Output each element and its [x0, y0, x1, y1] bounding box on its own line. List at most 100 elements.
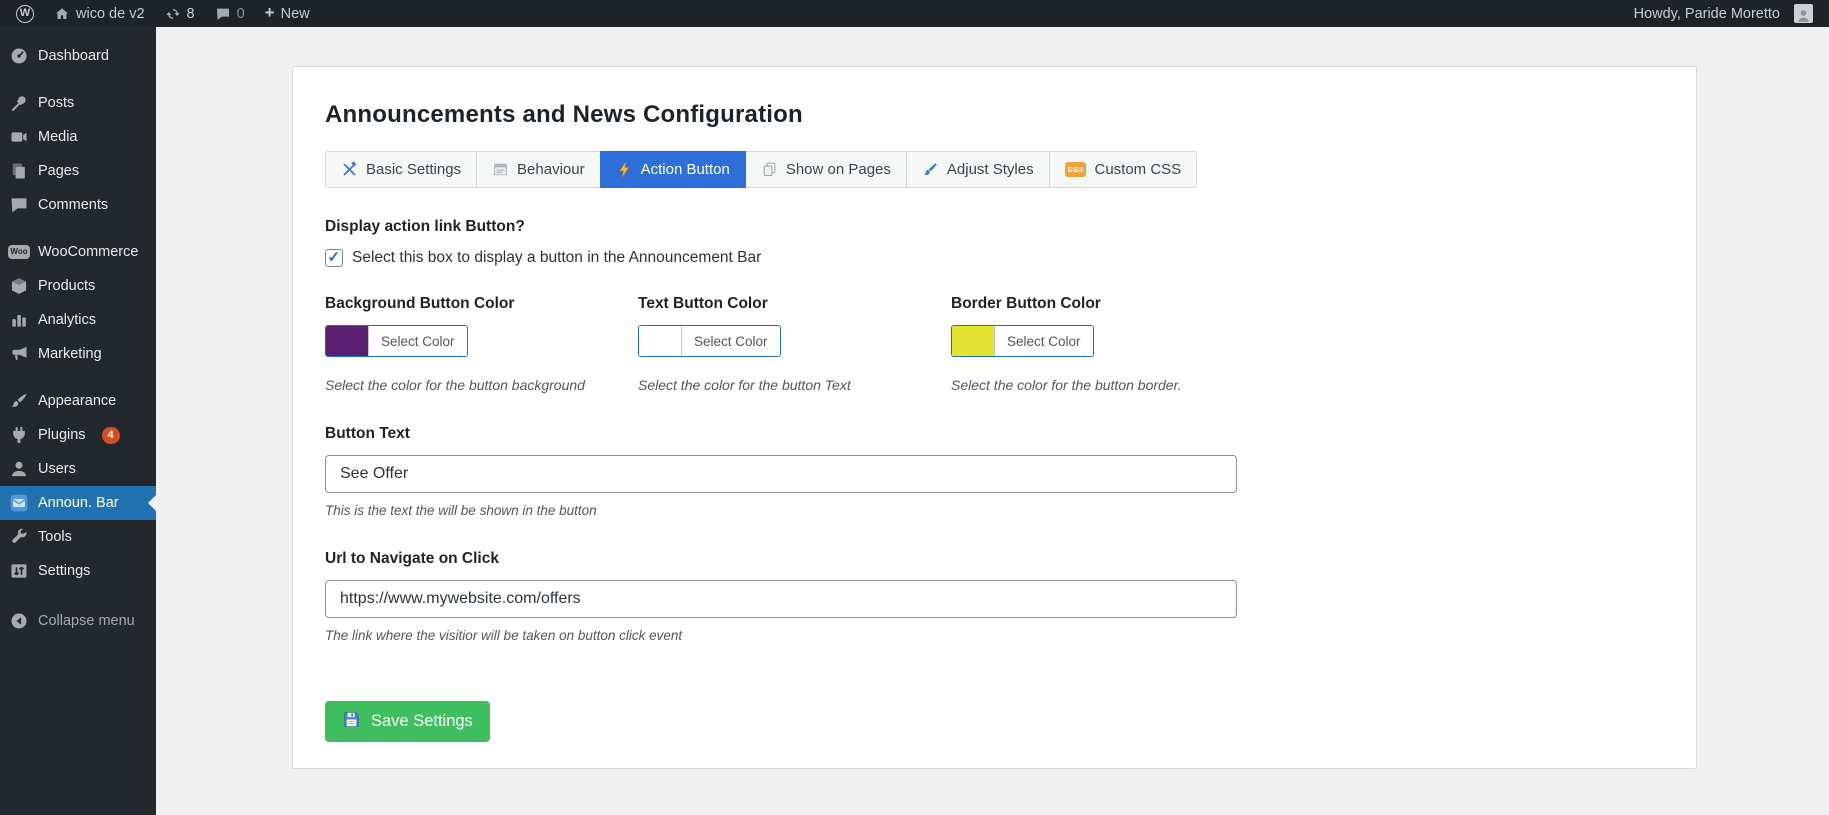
button-text-label: Button Text [325, 425, 410, 442]
megaphone-icon [9, 344, 29, 364]
lightning-icon [616, 161, 633, 178]
display-button-label: Display action link Button? [325, 218, 525, 235]
color-pickers-row: Background Button Color Select Color Sel… [325, 295, 1664, 393]
sidebar-item-tools[interactable]: Tools [0, 520, 156, 554]
sidebar-item-media[interactable]: Media [0, 120, 156, 154]
comment-bubble-icon [9, 195, 29, 215]
tab-label: Show on Pages [785, 161, 891, 178]
window-icon [492, 161, 509, 178]
background-color-description: Select the color for the button backgrou… [325, 377, 585, 393]
woocommerce-icon: Woo [8, 242, 30, 262]
display-button-checkbox[interactable] [325, 248, 343, 267]
sidebar-item-analytics[interactable]: Analytics [0, 303, 156, 337]
url-input[interactable] [325, 580, 1237, 618]
sidebar-item-label: WooCommerce [38, 244, 139, 260]
wordpress-admin: W wico de v2 8 0 + New Howdy, Paride Mor… [0, 0, 1829, 815]
tab-behaviour[interactable]: Behaviour [476, 151, 601, 188]
background-color-label: Background Button Color [325, 295, 515, 312]
sidebar-item-appearance[interactable]: Appearance [0, 384, 156, 418]
button-text-input[interactable] [325, 455, 1237, 493]
sidebar-item-label: Analytics [38, 312, 97, 328]
sidebar-item-announcement-bar[interactable]: Announ. Bar [0, 486, 156, 520]
avatar [1794, 4, 1813, 23]
sidebar-item-products[interactable]: Products [0, 269, 156, 303]
home-icon [54, 6, 70, 22]
url-label: Url to Navigate on Click [325, 550, 499, 567]
border-color-swatch [952, 326, 994, 356]
envelope-icon [9, 493, 29, 513]
media-icon [9, 127, 29, 147]
site-name-menu[interactable]: wico de v2 [44, 0, 155, 27]
my-account-menu[interactable]: Howdy, Paride Moretto [1624, 0, 1823, 27]
save-settings-button[interactable]: Save Settings [325, 701, 490, 742]
comments-count: 0 [236, 5, 245, 22]
sidebar-item-label: Posts [38, 95, 75, 111]
updates-icon [165, 6, 181, 22]
box-icon [9, 276, 29, 296]
admin-sidebar: Dashboard Posts Media Pages Comments Woo… [0, 27, 156, 815]
collapse-menu-label: Collapse menu [38, 613, 135, 629]
comments-menu[interactable]: 0 [205, 0, 255, 27]
sidebar-item-label: Comments [38, 197, 109, 213]
text-color-swatch [639, 326, 681, 356]
sidebar-item-label: Media [38, 129, 78, 145]
select-color-button[interactable]: Select Color [994, 326, 1093, 356]
site-name-label: wico de v2 [76, 5, 145, 22]
new-label: New [280, 5, 310, 22]
background-color-field: Background Button Color Select Color Sel… [325, 295, 638, 393]
tab-action-button[interactable]: Action Button [599, 151, 746, 188]
sidebar-item-users[interactable]: Users [0, 452, 156, 486]
paintbrush-icon [9, 391, 29, 411]
content-area: Announcements and News Configuration Bas… [156, 27, 1829, 815]
text-color-label: Text Button Color [638, 295, 768, 312]
url-description: The link where the visitior will be take… [325, 628, 683, 643]
tab-label: Action Button [640, 161, 730, 178]
sidebar-item-label: Plugins [38, 427, 86, 443]
sidebar-item-dashboard[interactable]: Dashboard [0, 39, 156, 73]
wp-logo-menu[interactable]: W [6, 0, 44, 27]
howdy-label: Howdy, Paride Moretto [1633, 5, 1780, 22]
border-color-picker[interactable]: Select Color [951, 325, 1094, 357]
text-color-field: Text Button Color Select Color Select th… [638, 295, 951, 393]
tab-show-on-pages[interactable]: Show on Pages [744, 151, 907, 188]
plugins-update-badge: 4 [101, 426, 120, 444]
border-color-label: Border Button Color [951, 295, 1101, 312]
admin-top-bar: W wico de v2 8 0 + New Howdy, Paride Mor… [0, 0, 1829, 27]
brush-icon [922, 161, 939, 178]
tab-adjust-styles[interactable]: Adjust Styles [905, 151, 1050, 188]
user-icon [9, 459, 29, 479]
sidebar-item-settings[interactable]: Settings [0, 554, 156, 588]
sidebar-item-plugins[interactable]: Plugins 4 [0, 418, 156, 452]
sidebar-item-woocommerce[interactable]: Woo WooCommerce [0, 235, 156, 269]
sliders-icon [9, 561, 29, 581]
tab-basic-settings[interactable]: Basic Settings [325, 151, 478, 188]
collapse-menu-button[interactable]: Collapse menu [0, 604, 156, 638]
border-color-field: Border Button Color Select Color Select … [951, 295, 1264, 393]
tab-label: Behaviour [517, 161, 585, 178]
sidebar-item-label: Tools [38, 529, 72, 545]
new-content-menu[interactable]: + New [255, 0, 320, 27]
tab-custom-css[interactable]: css Custom CSS [1048, 151, 1198, 188]
sidebar-item-pages[interactable]: Pages [0, 154, 156, 188]
text-color-picker[interactable]: Select Color [638, 325, 781, 357]
sidebar-item-label: Pages [38, 163, 80, 179]
dashboard-icon [9, 46, 29, 66]
select-color-button[interactable]: Select Color [681, 326, 780, 356]
sidebar-item-posts[interactable]: Posts [0, 86, 156, 120]
select-color-button[interactable]: Select Color [368, 326, 467, 356]
display-button-checkbox-row: Select this box to display a button in t… [325, 248, 1664, 267]
save-settings-label: Save Settings [371, 712, 473, 730]
sidebar-item-marketing[interactable]: Marketing [0, 337, 156, 371]
collapse-arrow-icon [9, 611, 29, 631]
sidebar-item-label: Appearance [38, 393, 117, 409]
sidebar-item-label: Products [38, 278, 96, 294]
css-badge-icon: css [1064, 162, 1087, 177]
updates-count: 8 [186, 5, 195, 22]
copy-pages-icon [761, 161, 778, 178]
wrench-icon [9, 527, 29, 547]
sidebar-item-label: Users [38, 461, 76, 477]
background-color-swatch [326, 326, 368, 356]
sidebar-item-comments[interactable]: Comments [0, 188, 156, 222]
updates-menu[interactable]: 8 [155, 0, 205, 27]
background-color-picker[interactable]: Select Color [325, 325, 468, 357]
